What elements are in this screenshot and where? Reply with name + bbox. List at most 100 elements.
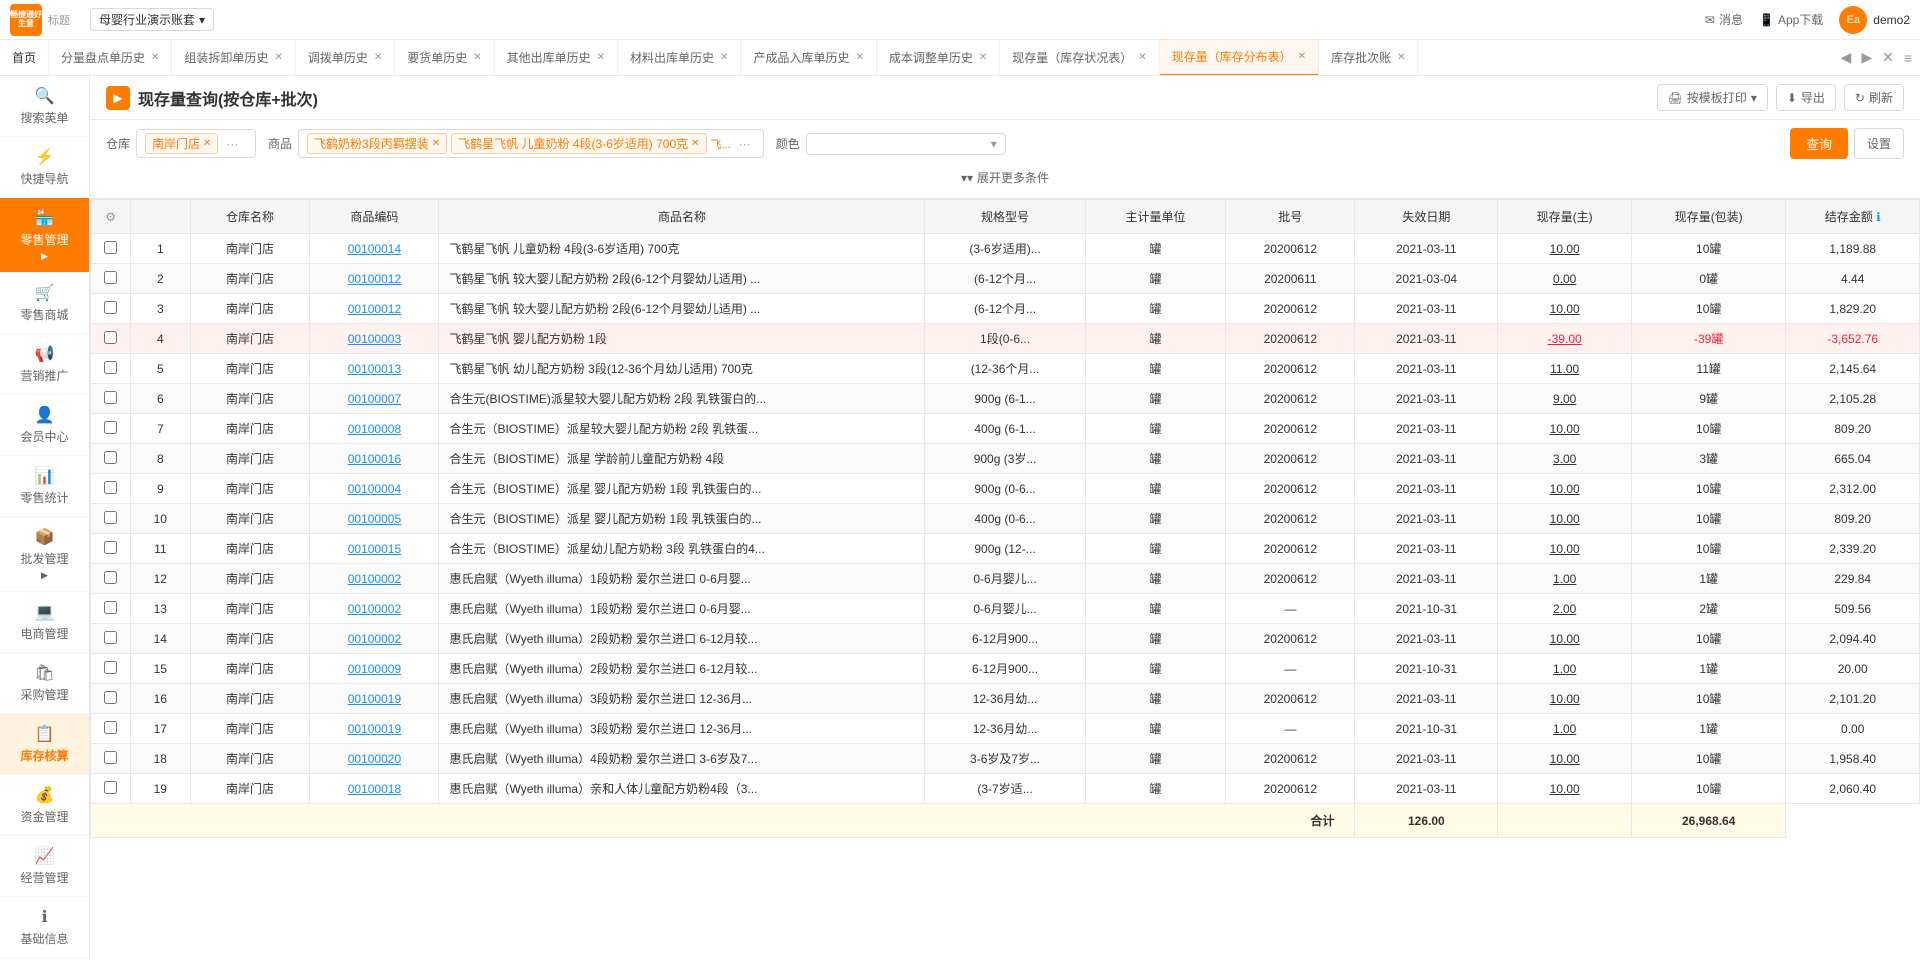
tab-product-in[interactable]: 产成品入库单历史 ✕ — [741, 40, 876, 76]
row-batch: 20200612 — [1226, 324, 1355, 354]
warehouse-remove-icon[interactable]: ✕ — [203, 138, 211, 149]
nav-prev-icon[interactable]: ◀ — [1837, 47, 1856, 68]
table-settings-icon[interactable]: ⚙ — [105, 210, 116, 224]
row-no: 5 — [131, 354, 191, 384]
row-checkbox[interactable] — [104, 391, 117, 404]
sidebar-item-member[interactable]: 👤 会员中心 — [0, 395, 89, 456]
close-transfer-icon[interactable]: ✕ — [374, 52, 382, 63]
sidebar-item-operations[interactable]: 📈 经营管理 — [0, 836, 89, 897]
row-checkbox[interactable] — [104, 691, 117, 704]
tab-stock-dist[interactable]: 现存量（库存分布表） ✕ — [1160, 40, 1319, 76]
app-download-btn[interactable]: 📱 App下载 — [1759, 11, 1823, 28]
row-batch: 20200612 — [1226, 474, 1355, 504]
tab-other-out[interactable]: 其他出库单历史 ✕ — [495, 40, 618, 76]
row-checkbox[interactable] — [104, 601, 117, 614]
export-btn[interactable]: ⬇ 导出 — [1776, 84, 1836, 111]
product-input[interactable]: 飞鹤奶粉3段丙羁摆装 ✕ 飞鹤星飞帆 儿童奶粉 4段(3-6岁适用) 700克 … — [298, 129, 764, 158]
settings-btn[interactable]: 设置 — [1854, 128, 1904, 159]
close-split-inventory-icon[interactable]: ✕ — [151, 52, 159, 63]
close-other-out-icon[interactable]: ✕ — [597, 52, 605, 63]
sidebar-item-retail-mall[interactable]: 🛒 零售商城 — [0, 273, 89, 334]
warehouse-more-icon[interactable]: ··· — [222, 137, 242, 151]
close-stock-dist-icon[interactable]: ✕ — [1298, 51, 1306, 62]
query-btn[interactable]: 查询 — [1790, 128, 1848, 159]
row-checkbox[interactable] — [104, 571, 117, 584]
tab-requisition[interactable]: 要货单历史 ✕ — [395, 40, 494, 76]
nav-more-icon[interactable]: ≡ — [1900, 48, 1916, 68]
row-checkbox-cell — [91, 564, 131, 594]
sidebar-item-basic-info[interactable]: ℹ 基础信息 — [0, 897, 89, 958]
export-icon: ⬇ — [1787, 91, 1797, 105]
warehouse-input[interactable]: 南岸门店 ✕ ··· — [136, 129, 256, 158]
row-checkbox[interactable] — [104, 271, 117, 284]
sidebar-item-wholesale[interactable]: 📦 批发管理 ▶ — [0, 517, 89, 592]
tab-home[interactable]: 首页 — [0, 40, 49, 76]
sidebar-item-quick-nav[interactable]: ⚡ 快捷导航 — [0, 137, 89, 198]
close-material-out-icon[interactable]: ✕ — [720, 52, 728, 63]
sidebar-item-search[interactable]: 🔍 搜索英单 — [0, 76, 89, 137]
row-checkbox[interactable] — [104, 331, 117, 344]
balance-info-icon[interactable]: ℹ — [1876, 210, 1881, 224]
close-requisition-icon[interactable]: ✕ — [473, 52, 481, 63]
nav-next-icon[interactable]: ▶ — [1857, 47, 1876, 68]
row-unit: 罐 — [1085, 684, 1226, 714]
close-batch-ledger-icon[interactable]: ✕ — [1397, 52, 1405, 63]
expand-filter-btn[interactable]: ▶ — [106, 86, 130, 110]
product-tag-1-remove-icon[interactable]: ✕ — [432, 138, 440, 149]
row-checkbox[interactable] — [104, 631, 117, 644]
row-batch: — — [1226, 594, 1355, 624]
row-checkbox[interactable] — [104, 541, 117, 554]
sidebar-item-purchase[interactable]: 🛍 采购管理 — [0, 653, 89, 714]
tab-cost-adjust[interactable]: 成本调整单历史 ✕ — [877, 40, 1000, 76]
user-area[interactable]: Ea demo2 — [1839, 6, 1910, 34]
row-checkbox[interactable] — [104, 481, 117, 494]
tab-stock-status[interactable]: 现存量（库存状况表） ✕ — [1000, 40, 1159, 76]
row-checkbox[interactable] — [104, 421, 117, 434]
print-btn[interactable]: 🖨 按模板打印 ▾ — [1657, 84, 1768, 111]
close-cost-adjust-icon[interactable]: ✕ — [979, 52, 987, 63]
col-stock-main: 现存量(主) — [1498, 200, 1632, 234]
row-spec: 12-36月幼... — [925, 684, 1085, 714]
close-disassemble-icon[interactable]: ✕ — [274, 52, 282, 63]
row-checkbox[interactable] — [104, 241, 117, 254]
sidebar-item-retail-stats[interactable]: 📊 零售统计 — [0, 456, 89, 517]
col-code: 商品编码 — [310, 200, 439, 234]
tab-material-out[interactable]: 材料出库单历史 ✕ — [618, 40, 741, 76]
row-checkbox[interactable] — [104, 751, 117, 764]
product-more-icon[interactable]: ··· — [735, 137, 755, 151]
row-stock-main: 2.00 — [1498, 594, 1632, 624]
row-checkbox[interactable] — [104, 361, 117, 374]
sidebar-item-inventory[interactable]: 📋 库存核算 — [0, 714, 89, 775]
sidebar-item-finance[interactable]: 💰 资金管理 — [0, 775, 89, 836]
tab-disassemble[interactable]: 组装拆卸单历史 ✕ — [172, 40, 295, 76]
tab-transfer[interactable]: 调拨单历史 ✕ — [296, 40, 395, 76]
row-no: 7 — [131, 414, 191, 444]
tab-split-inventory[interactable]: 分量盘点单历史 ✕ — [49, 40, 172, 76]
row-stock-pkg: 10罐 — [1631, 744, 1785, 774]
content-area: ▶ 现存量查询(按仓库+批次) 🖨 按模板打印 ▾ ⬇ 导出 ↻ 刷新 — [90, 76, 1920, 960]
product-tag-2-remove-icon[interactable]: ✕ — [691, 138, 699, 149]
row-checkbox[interactable] — [104, 511, 117, 524]
row-spec: 900g (12-... — [925, 534, 1085, 564]
col-settings: ⚙ — [91, 200, 131, 234]
tab-batch-ledger[interactable]: 库存批次账 ✕ — [1319, 40, 1418, 76]
col-spec: 规格型号 — [925, 200, 1085, 234]
account-dropdown[interactable]: 母婴行业演示账套 ▾ — [90, 8, 214, 31]
nav-close-icon[interactable]: ✕ — [1878, 47, 1898, 68]
row-checkbox[interactable] — [104, 781, 117, 794]
sidebar-item-retail-mgmt[interactable]: 🏪 零售管理 ▶ — [0, 198, 89, 273]
row-checkbox[interactable] — [104, 301, 117, 314]
row-checkbox[interactable] — [104, 451, 117, 464]
expand-conditions-btn[interactable]: ▾▾ 展开更多条件 — [953, 165, 1057, 190]
refresh-btn[interactable]: ↻ 刷新 — [1844, 84, 1904, 111]
color-input[interactable]: ▾ — [806, 133, 1006, 155]
close-product-in-icon[interactable]: ✕ — [855, 52, 863, 63]
row-spec: 6-12月900... — [925, 624, 1085, 654]
row-checkbox[interactable] — [104, 721, 117, 734]
messages-btn[interactable]: ✉ 消息 — [1705, 11, 1743, 28]
sidebar-item-ecommerce[interactable]: 💻 电商管理 — [0, 592, 89, 653]
sidebar-item-marketing[interactable]: 📢 营销推广 — [0, 334, 89, 395]
row-checkbox[interactable] — [104, 661, 117, 674]
close-stock-status-icon[interactable]: ✕ — [1138, 52, 1146, 63]
header-actions: 🖨 按模板打印 ▾ ⬇ 导出 ↻ 刷新 — [1657, 84, 1904, 111]
